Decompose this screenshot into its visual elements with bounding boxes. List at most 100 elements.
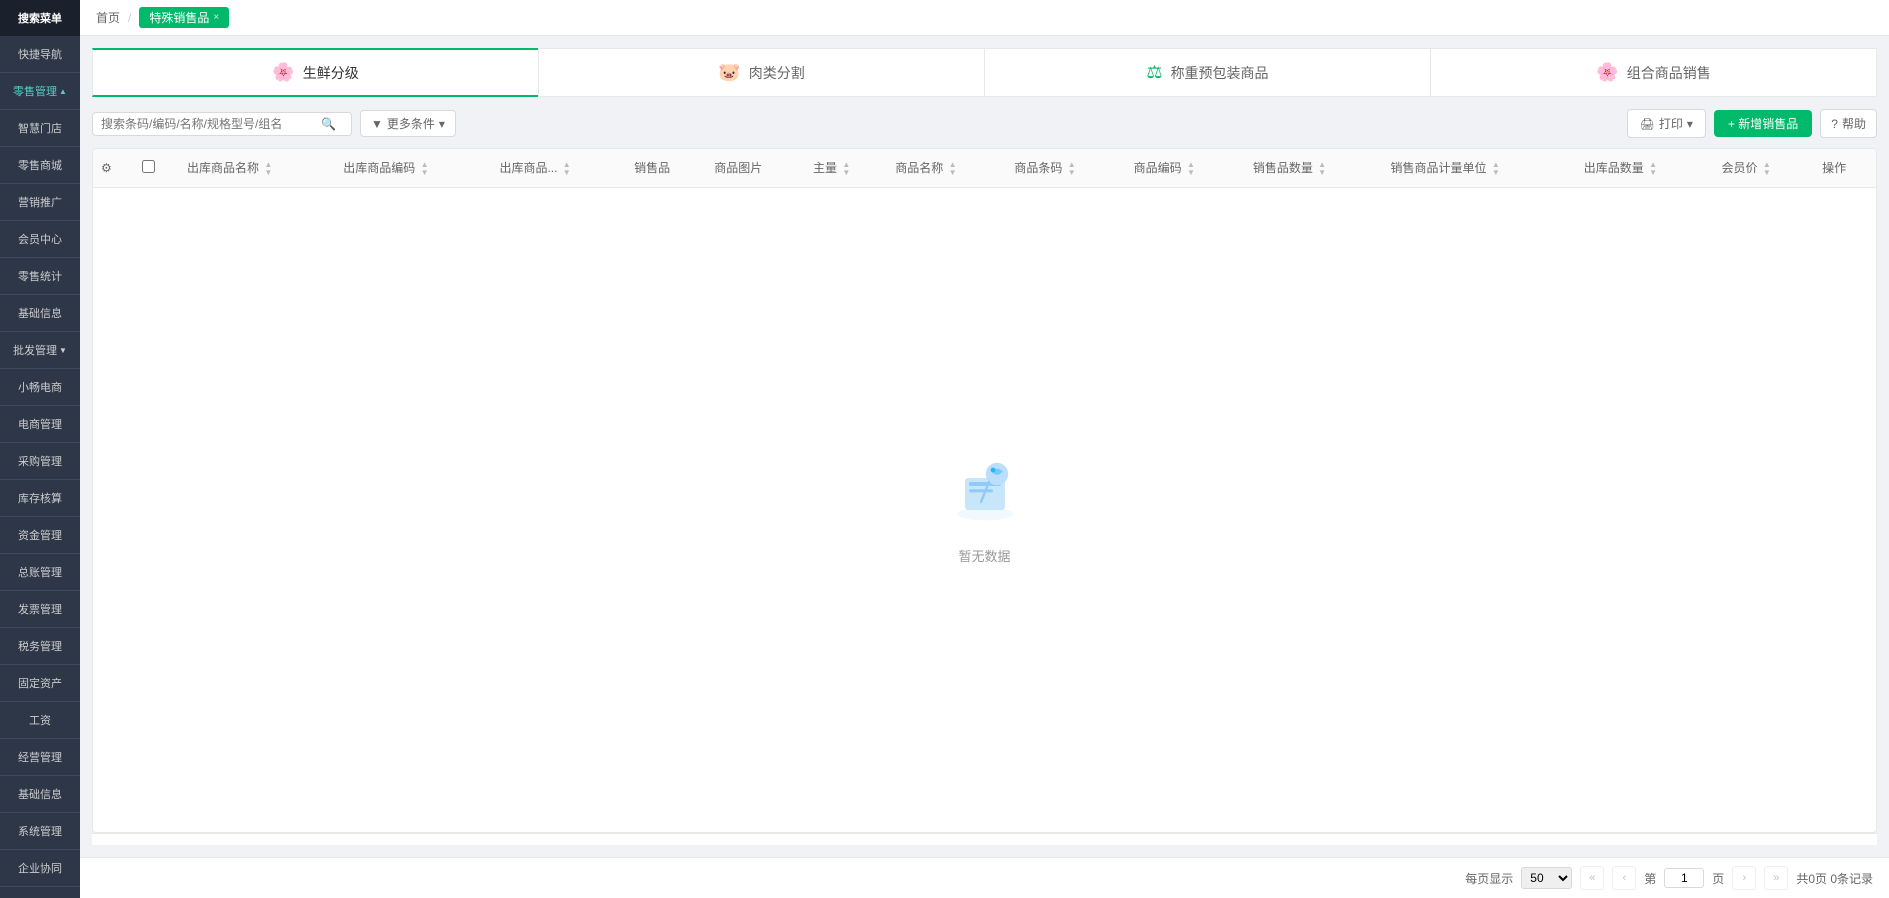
th-product-barcode[interactable]: 商品条码 ▲▼ [1006,149,1125,187]
sidebar-item-purchase-mgmt[interactable]: 采购管理 [0,443,80,480]
search-input[interactable] [101,117,321,131]
sidebar-item-inventory[interactable]: 库存核算 [0,480,80,517]
filter-icon: ▼ [371,117,383,131]
print-label: 打印 [1659,115,1683,132]
home-breadcrumb[interactable]: 首页 [96,9,120,26]
sidebar-item-ecom-mgmt[interactable]: 电商管理 [0,406,80,443]
th-product-image: 商品图片 [706,149,805,187]
sidebar-item-finance[interactable]: 资金管理 [0,517,80,554]
sidebar-item-enterprise[interactable]: 企业协同 [0,850,80,887]
sort-arrows-member-price: ▲▼ [1763,161,1771,177]
th-out-qty[interactable]: 出库品数量 ▲▼ [1576,149,1714,187]
sidebar-item-member-center[interactable]: 会员中心 [0,221,80,258]
empty-text: 暂无数据 [958,546,1010,565]
sidebar-item-basic-info2[interactable]: 基础信息 [0,776,80,813]
column-settings-icon[interactable]: ⚙ [101,161,112,175]
sidebar-item-quick-nav[interactable]: 快捷导航 [0,36,80,73]
sidebar-item-salary[interactable]: 工资 [0,702,80,739]
sort-arrows-product-code: ▲▼ [1187,161,1195,177]
per-page-select[interactable]: 50 10 20 100 [1521,867,1572,889]
sidebar-item-invoice-mgmt[interactable]: 发票管理 [0,591,80,628]
help-button[interactable]: ? 帮助 [1820,109,1877,138]
sort-arrows-out-product-code: ▲▼ [421,161,429,177]
table-header-row: ⚙ 出库商品名称 ▲▼ 出库商品编码 ▲▼ [93,149,1876,187]
print-button[interactable]: 🖨 打印 ▾ [1627,109,1706,138]
th-settings[interactable]: ⚙ [93,149,134,187]
select-all-checkbox[interactable] [142,160,155,173]
chevron-down-icon: ▲ [59,87,67,96]
sidebar-item-ledger[interactable]: 总账管理 [0,554,80,591]
page-number-input[interactable] [1664,868,1704,888]
empty-state: 暂无数据 [93,188,1876,832]
sidebar-item-retail-stats[interactable]: 零售统计 [0,258,80,295]
pagination: 每页显示 50 10 20 100 « ‹ 第 页 › » 共0页 0条记录 [80,857,1889,898]
sidebar-item-retail-mall[interactable]: 零售商城 [0,147,80,184]
tab-combo-sale[interactable]: 🌸 组合商品销售 [1430,48,1877,97]
sidebar-item-sys-mgmt[interactable]: 系统管理 [0,813,80,850]
per-page-label: 每页显示 [1465,870,1513,887]
main-content: 首页 / 特殊销售品 × 🌸 生鲜分级 🐷 肉类分割 ⚖ 称重预包装商品 🌸 [80,0,1889,898]
sidebar-item-smart-store[interactable]: 智慧门店 [0,110,80,147]
last-page-button[interactable]: » [1764,866,1788,890]
combo-sale-icon: 🌸 [1596,62,1618,83]
help-icon: ? [1831,117,1838,131]
page-label: 第 [1644,870,1656,887]
tab-scale-prepack[interactable]: ⚖ 称重预包装商品 [984,48,1430,97]
breadcrumb-divider: / [128,11,131,25]
sort-arrows-product-name: ▲▼ [949,161,957,177]
tab-meat-cut-label: 肉类分割 [749,63,805,83]
fresh-grade-icon: 🌸 [272,62,294,83]
tab-fresh-grade-label: 生鲜分级 [303,63,359,83]
data-table: ⚙ 出库商品名称 ▲▼ 出库商品编码 ▲▼ [93,149,1876,188]
prev-page-button[interactable]: ‹ [1612,866,1636,890]
sidebar-item-basic-info[interactable]: 基础信息 [0,295,80,332]
sidebar-item-wholesale-mgmt[interactable]: 批发管理 ▼ [0,332,80,369]
sidebar-item-retail-mgmt[interactable]: 零售管理 ▲ [0,73,80,110]
th-product-name[interactable]: 商品名称 ▲▼ [887,149,1006,187]
search-box[interactable]: 🔍 [92,112,352,136]
scale-prepack-icon: ⚖ [1146,62,1162,83]
sidebar-item-marketing[interactable]: 营销推广 [0,184,80,221]
content-area: 🌸 生鲜分级 🐷 肉类分割 ⚖ 称重预包装商品 🌸 组合商品销售 🔍 [80,36,1889,857]
first-page-button[interactable]: « [1580,866,1604,890]
tab-fresh-grade[interactable]: 🌸 生鲜分级 [92,48,538,97]
add-sale-product-button[interactable]: + 新增销售品 [1714,110,1812,137]
filter-button[interactable]: ▼ 更多条件 ▾ [360,110,456,137]
table-container: ⚙ 出库商品名称 ▲▼ 出库商品编码 ▲▼ [92,148,1877,833]
th-sale-qty[interactable]: 销售品数量 ▲▼ [1245,149,1383,187]
th-sale-product: 销售品 [626,149,706,187]
filter-label: 更多条件 [387,115,435,132]
current-tab-tag[interactable]: 特殊销售品 × [139,7,229,28]
total-info: 共0页 0条记录 [1796,870,1873,887]
tab-combo-sale-label: 组合商品销售 [1627,63,1711,83]
th-out-product-code[interactable]: 出库商品编码 ▲▼ [335,149,491,187]
bottom-scroll[interactable] [92,833,1877,845]
th-checkbox[interactable] [134,149,179,187]
search-icon[interactable]: 🔍 [321,117,336,131]
sort-arrows-product-barcode: ▲▼ [1068,161,1076,177]
sort-arrows-out-qty: ▲▼ [1649,161,1657,177]
sidebar-item-tax-mgmt[interactable]: 税务管理 [0,628,80,665]
sort-arrows-sale-qty: ▲▼ [1318,161,1326,177]
tab-meat-cut[interactable]: 🐷 肉类分割 [538,48,984,97]
th-main-measure[interactable]: 主量 ▲▼ [805,149,887,187]
page-unit: 页 [1712,870,1724,887]
sidebar-item-mini-ecom[interactable]: 小畅电商 [0,369,80,406]
sidebar-item-ops-mgmt[interactable]: 经营管理 [0,739,80,776]
sort-arrows-sale-unit: ▲▼ [1492,161,1500,177]
current-tab-label: 特殊销售品 [149,9,209,26]
th-member-price[interactable]: 会员价 ▲▼ [1713,149,1814,187]
th-sale-unit[interactable]: 销售商品计量单位 ▲▼ [1383,149,1576,187]
th-out-product-info[interactable]: 出库商品... ▲▼ [491,149,626,187]
sidebar-item-fixed-assets[interactable]: 固定资产 [0,665,80,702]
sidebar-logo[interactable]: 搜索菜单 [0,0,80,36]
th-out-product-name[interactable]: 出库商品名称 ▲▼ [179,149,335,187]
sidebar-item-newbie[interactable]: 新手引导 [0,887,80,898]
next-page-button[interactable]: › [1732,866,1756,890]
help-label: 帮助 [1842,115,1866,132]
sort-arrows-out-product-info: ▲▼ [563,161,571,177]
th-product-code[interactable]: 商品编码 ▲▼ [1126,149,1245,187]
close-tab-icon[interactable]: × [213,12,219,23]
chevron-down-icon: ▼ [59,346,67,355]
toolbar: 🔍 ▼ 更多条件 ▾ 🖨 打印 ▾ + 新增销售品 ? [92,109,1877,138]
